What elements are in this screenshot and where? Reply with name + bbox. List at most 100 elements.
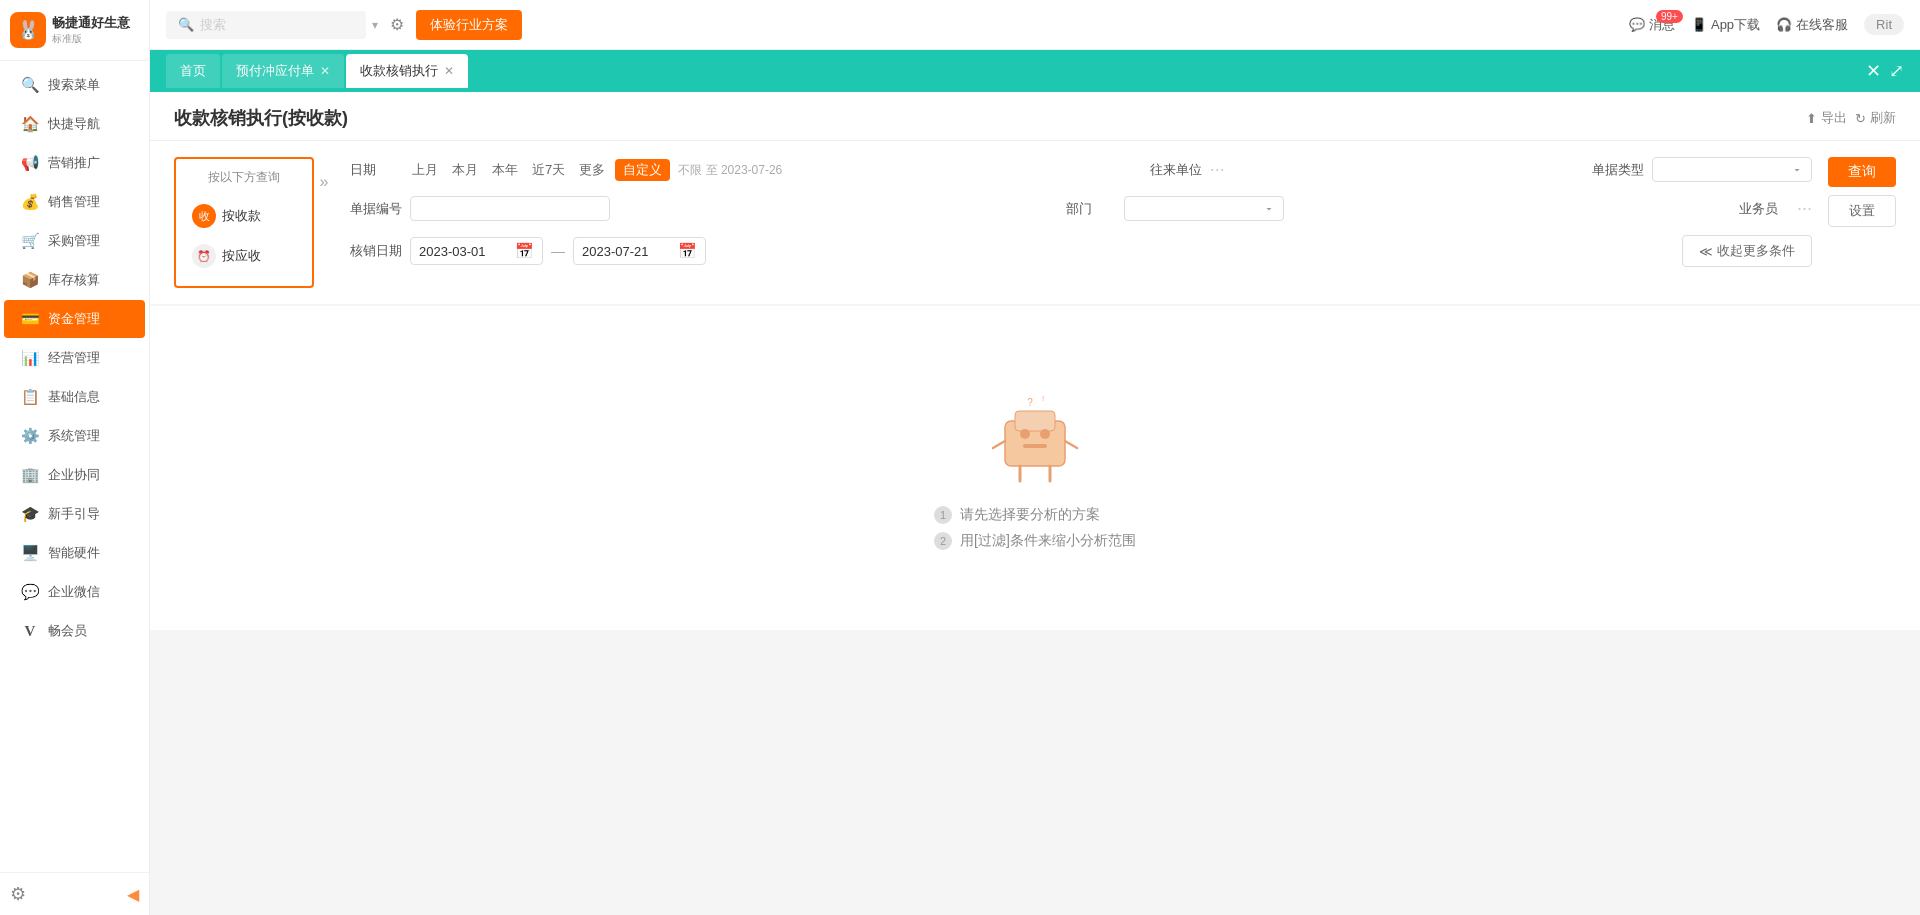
sidebar-label-hardware: 智能硬件 [48,544,100,562]
tab-receivable[interactable]: 收款核销执行 ✕ [346,54,468,88]
sidebar-item-search[interactable]: 🔍 搜索菜单 [4,66,145,104]
message-button[interactable]: 💬 消息 99+ [1629,16,1675,34]
svg-rect-4 [1023,444,1047,448]
user-menu[interactable]: Rit [1864,14,1904,35]
tab-prepay[interactable]: 预付冲应付单 ✕ [222,54,344,88]
sidebar-label-basics: 基础信息 [48,388,100,406]
sidebar-label-guide: 新手引导 [48,505,100,523]
filter-collapse-btn[interactable]: » [314,157,334,288]
user-name: Rit [1876,17,1892,32]
sidebar-item-finance[interactable]: 💳 资金管理 [4,300,145,338]
sidebar-item-wechat[interactable]: 💬 企业微信 [4,573,145,611]
date-range-picker: 📅 — 📅 [410,237,706,265]
solution-button[interactable]: 体验行业方案 [416,10,522,40]
refresh-button[interactable]: ↻ 刷新 [1855,109,1896,127]
sidebar-item-hardware[interactable]: 🖥️ 智能硬件 [4,534,145,572]
topbar-dropdown-arrow[interactable]: ▾ [372,18,378,32]
online-service-button[interactable]: 🎧 在线客服 [1776,16,1848,34]
operations-icon: 📊 [20,349,40,367]
topbar-gear-icon[interactable]: ⚙ [390,15,404,34]
date-start-input[interactable] [419,244,509,259]
sidebar-footer: ⚙ ◀ [0,872,149,915]
tip-2-text: 用[过滤]条件来缩小分析范围 [960,532,1136,550]
date-last-month[interactable]: 上月 [408,159,442,181]
date-range-separator: — [551,243,565,259]
refresh-icon: ↻ [1855,111,1866,126]
finance-icon: 💳 [20,310,40,328]
settings-button[interactable]: 设置 [1828,195,1896,227]
tab-expand-btn[interactable]: ⤢ [1889,60,1904,82]
empty-tip-1: 1 请先选择要分析的方案 [934,506,1136,524]
sidebar-label-marketing: 营销推广 [48,154,100,172]
topbar: 🔍 搜索 ▾ ⚙ 体验行业方案 💬 消息 99+ 📱 App下载 🎧 在线客服 … [150,0,1920,50]
filter-by-receipt[interactable]: 收 按收款 [186,196,302,236]
date-this-month[interactable]: 本月 [448,159,482,181]
date-7days[interactable]: 近7天 [528,159,569,181]
sidebar-item-basics[interactable]: 📋 基础信息 [4,378,145,416]
sidebar-label-finance: 资金管理 [48,310,100,328]
service-label: 在线客服 [1796,16,1848,34]
query-button[interactable]: 查询 [1828,157,1896,187]
svg-point-3 [1040,429,1050,439]
sidebar-label-operations: 经营管理 [48,349,100,367]
date-more[interactable]: 更多 [575,159,609,181]
date-start-calendar-icon[interactable]: 📅 [515,242,534,260]
filter-voucher-type-group: 单据类型 [1592,157,1812,182]
sidebar-item-enterprise[interactable]: 🏢 企业协同 [4,456,145,494]
sidebar-item-sales[interactable]: 💰 销售管理 [4,183,145,221]
tab-receivable-close[interactable]: ✕ [444,64,454,78]
page-title: 收款核销执行(按收款) [174,106,348,130]
filter-counterpart-group: 往来单位 ··· [1150,159,1225,180]
filter-voucher-no-group: 单据编号 [350,196,610,221]
collapse-sidebar-btn[interactable]: ◀ [127,885,139,904]
collapse-more-btn[interactable]: ≪ 收起更多条件 [1682,235,1812,267]
page-header: 收款核销执行(按收款) ⬆ 导出 ↻ 刷新 [150,92,1920,141]
date-custom[interactable]: 自定义 [615,159,670,181]
empty-tips: 1 请先选择要分析的方案 2 用[过滤]条件来缩小分析范围 [934,506,1136,550]
filter-writeoff-date-group: 核销日期 📅 — 📅 [350,237,706,265]
voucher-no-input[interactable] [410,196,610,221]
tip-2-num: 2 [934,532,952,550]
filter-sidebar: 按以下方查询 收 按收款 ⏰ 按应收 [174,157,314,288]
sidebar-item-quick-nav[interactable]: 🏠 快捷导航 [4,105,145,143]
tab-close-all-btn[interactable]: ✕ [1866,60,1881,82]
collapse-icon: ≪ [1699,244,1713,259]
hardware-icon: 🖥️ [20,544,40,562]
date-end-input[interactable] [582,244,672,259]
empty-illustration: ? ! [985,386,1085,486]
topbar-search[interactable]: 🔍 搜索 [166,11,366,39]
app-label: App下载 [1711,16,1760,34]
writeoff-date-label: 核销日期 [350,242,402,260]
search-icon: 🔍 [20,76,40,94]
sidebar-item-operations[interactable]: 📊 经营管理 [4,339,145,377]
sidebar-item-marketing[interactable]: 📢 营销推广 [4,144,145,182]
export-button[interactable]: ⬆ 导出 [1806,109,1847,127]
settings-footer-icon[interactable]: ⚙ [10,883,26,905]
empty-state: ? ! 1 请先选择要分析的方案 2 用[过滤]条件来缩小分析范围 [150,306,1920,630]
voucher-type-select[interactable] [1652,157,1812,182]
enterprise-icon: 🏢 [20,466,40,484]
receipt-option-icon: 收 [192,204,216,228]
tab-prepay-close[interactable]: ✕ [320,64,330,78]
filter-main: 日期 上月 本月 本年 近7天 更多 自定义 不限 至 2023-07-26 [334,157,1812,288]
sidebar-item-purchase[interactable]: 🛒 采购管理 [4,222,145,260]
date-end-calendar-icon[interactable]: 📅 [678,242,697,260]
filter-row-2: 单据编号 部门 业务员 ··· [350,196,1812,221]
dept-select[interactable] [1124,196,1284,221]
staff-dots[interactable]: ··· [1797,198,1812,219]
counterpart-dots[interactable]: ··· [1210,159,1225,180]
topbar-right: 💬 消息 99+ 📱 App下载 🎧 在线客服 Rit [1629,14,1904,35]
sidebar-item-guide[interactable]: 🎓 新手引导 [4,495,145,533]
sidebar-item-member[interactable]: V 畅会员 [4,612,145,650]
date-this-year[interactable]: 本年 [488,159,522,181]
filter-by-receivable[interactable]: ⏰ 按应收 [186,236,302,276]
app-download-button[interactable]: 📱 App下载 [1691,16,1760,34]
date-sub-text: 不限 至 2023-07-26 [678,162,782,179]
sidebar-item-system[interactable]: ⚙️ 系统管理 [4,417,145,455]
receipt-option-label: 按收款 [222,207,261,225]
basics-icon: 📋 [20,388,40,406]
sidebar-item-inventory[interactable]: 📦 库存核算 [4,261,145,299]
tab-home[interactable]: 首页 [166,54,220,88]
tab-receivable-label: 收款核销执行 [360,62,438,80]
marketing-icon: 📢 [20,154,40,172]
